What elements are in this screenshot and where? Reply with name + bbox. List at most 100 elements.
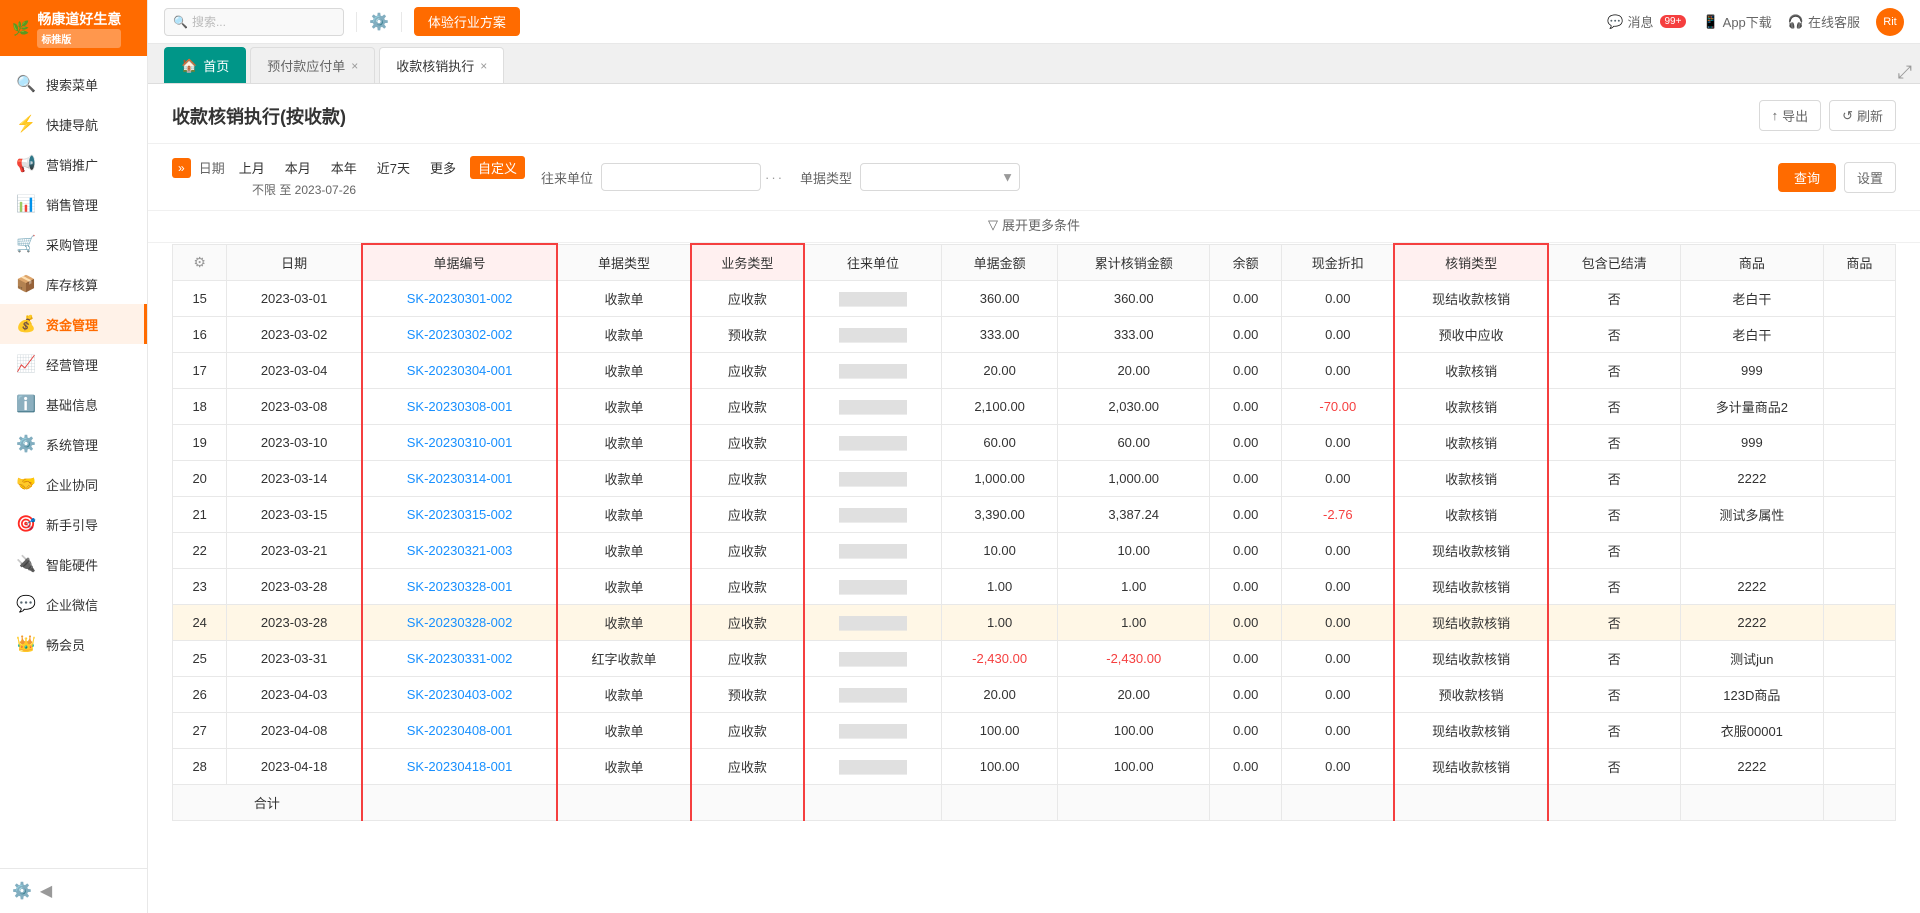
refresh-button[interactable]: ↺ 刷新	[1829, 100, 1896, 131]
sidebar-item-4[interactable]: 🛒采购管理	[0, 224, 147, 264]
filter-collapse-btn[interactable]: »	[172, 158, 191, 178]
table-row: 23 2023-03-28 SK-20230328-001 收款单 应收款 ██…	[173, 569, 1896, 605]
sidebar-label-13: 企业微信	[46, 595, 98, 614]
voucher-link[interactable]: SK-20230321-003	[407, 543, 513, 558]
sidebar-label-7: 经营管理	[46, 355, 98, 374]
cell-amount: 2,100.00	[941, 389, 1057, 425]
table-row: 21 2023-03-15 SK-20230315-002 收款单 应收款 ██…	[173, 497, 1896, 533]
cell-date: 2023-03-31	[227, 641, 362, 677]
sidebar-item-11[interactable]: 🎯新手引导	[0, 504, 147, 544]
app-download-item[interactable]: 📱 App下载	[1702, 12, 1771, 31]
cell-partner: ████████	[804, 677, 941, 713]
cell-cash-discount: 0.00	[1282, 281, 1395, 317]
cell-included: 否	[1548, 353, 1681, 389]
cell-date: 2023-03-15	[227, 497, 362, 533]
date-this-year[interactable]: 本年	[325, 156, 363, 179]
voucher-link[interactable]: SK-20230328-001	[407, 579, 513, 594]
cell-biz-type: 应收款	[691, 281, 804, 317]
voucher-link[interactable]: SK-20230301-002	[407, 291, 513, 306]
sidebar-item-8[interactable]: ℹ️基础信息	[0, 384, 147, 424]
topbar-right: 💬 消息 99+ 📱 App下载 🎧 在线客服 Rit	[1607, 8, 1904, 36]
th-writeoff-type: 核销类型	[1394, 244, 1547, 281]
voucher-link[interactable]: SK-20230304-001	[407, 363, 513, 378]
voucher-link[interactable]: SK-20230408-001	[407, 723, 513, 738]
table-wrapper: ⚙ 日期 单据编号 单据类型 业务类型 往来单位 单据金额 累计核销金额 余额 …	[148, 243, 1920, 845]
topbar: 🔍 搜索... ⚙️ 体验行业方案 💬 消息 99+ 📱 App下载 🎧 在线客…	[148, 0, 1920, 44]
cell-included: 否	[1548, 677, 1681, 713]
sidebar-item-14[interactable]: 👑畅会员	[0, 624, 147, 664]
sidebar-item-10[interactable]: 🤝企业协同	[0, 464, 147, 504]
cell-product2	[1823, 461, 1895, 497]
query-button[interactable]: 查询	[1778, 163, 1836, 192]
voucher-link[interactable]: SK-20230331-002	[407, 651, 513, 666]
cell-num: 20	[173, 461, 227, 497]
voucher-type-input[interactable]	[860, 163, 1020, 191]
cell-included: 否	[1548, 425, 1681, 461]
logo-icon: 🌿	[12, 20, 29, 37]
table-scroll[interactable]: ⚙ 日期 单据编号 单据类型 业务类型 往来单位 单据金额 累计核销金额 余额 …	[172, 243, 1896, 821]
voucher-link[interactable]: SK-20230328-002	[407, 615, 513, 630]
tab-home[interactable]: 🏠 首页	[164, 47, 246, 83]
voucher-link[interactable]: SK-20230403-002	[407, 687, 513, 702]
sidebar-item-13[interactable]: 💬企业微信	[0, 584, 147, 624]
online-service-item[interactable]: 🎧 在线客服	[1788, 12, 1860, 31]
cell-num: 25	[173, 641, 227, 677]
date-7days[interactable]: 近7天	[371, 156, 416, 179]
user-avatar[interactable]: Rit	[1876, 8, 1904, 36]
total-product2	[1823, 785, 1895, 821]
table-settings-icon[interactable]: ⚙	[193, 254, 206, 270]
cell-product1: 2222	[1680, 749, 1823, 785]
cell-biz-type: 应收款	[691, 713, 804, 749]
filter-bar: » 日期 上月 本月 本年 近7天 更多 自定义 不限 至 2023-07-26…	[148, 144, 1920, 211]
date-custom[interactable]: 自定义	[470, 156, 525, 179]
sidebar-item-1[interactable]: ⚡快捷导航	[0, 104, 147, 144]
voucher-link[interactable]: SK-20230308-001	[407, 399, 513, 414]
sidebar-item-5[interactable]: 📦库存核算	[0, 264, 147, 304]
table-row: 24 2023-03-28 SK-20230328-002 收款单 应收款 ██…	[173, 605, 1896, 641]
cell-voucher-type: 收款单	[557, 353, 690, 389]
date-last-month[interactable]: 上月	[233, 156, 271, 179]
page-title: 收款核销执行(按收款)	[172, 103, 346, 129]
settings-icon[interactable]: ⚙️	[12, 881, 32, 901]
cell-product1: 衣服00001	[1680, 713, 1823, 749]
tab-writeoff-close[interactable]: ×	[480, 59, 487, 73]
cell-amount: 100.00	[941, 713, 1057, 749]
expand-conditions-btn[interactable]: ▽ 展开更多条件	[988, 215, 1080, 234]
date-more[interactable]: 更多	[424, 156, 462, 179]
th-settings[interactable]: ⚙	[173, 244, 227, 281]
table-row: 15 2023-03-01 SK-20230301-002 收款单 应收款 ██…	[173, 281, 1896, 317]
cell-voucher-type: 红字收款单	[557, 641, 690, 677]
partner-input[interactable]	[601, 163, 761, 191]
expand-icon: ▽	[988, 217, 998, 233]
voucher-link[interactable]: SK-20230314-001	[407, 471, 513, 486]
topbar-search[interactable]: 🔍 搜索...	[164, 8, 344, 36]
tab-prepayment-close[interactable]: ×	[351, 59, 358, 73]
date-this-month[interactable]: 本月	[279, 156, 317, 179]
tab-prepayment[interactable]: 预付款应付单 ×	[250, 47, 375, 83]
voucher-link[interactable]: SK-20230302-002	[407, 327, 513, 342]
collapse-icon[interactable]: ◀	[40, 881, 52, 901]
partner-filter: 往来单位 ···	[541, 163, 784, 191]
sidebar-item-0[interactable]: 🔍搜索菜单	[0, 64, 147, 104]
voucher-link[interactable]: SK-20230315-002	[407, 507, 513, 522]
voucher-link[interactable]: SK-20230418-001	[407, 759, 513, 774]
voucher-link[interactable]: SK-20230310-001	[407, 435, 513, 450]
tab-writeoff[interactable]: 收款核销执行 ×	[379, 47, 504, 83]
sidebar-icon-1: ⚡	[16, 114, 36, 134]
cell-product1: 999	[1680, 425, 1823, 461]
gear-icon[interactable]: ⚙️	[369, 12, 389, 32]
sidebar-item-3[interactable]: 📊销售管理	[0, 184, 147, 224]
sidebar-item-9[interactable]: ⚙️系统管理	[0, 424, 147, 464]
export-button[interactable]: ↑ 导出	[1759, 100, 1822, 131]
cell-date: 2023-03-10	[227, 425, 362, 461]
setting-button[interactable]: 设置	[1844, 162, 1896, 193]
sidebar-item-2[interactable]: 📢营销推广	[0, 144, 147, 184]
sidebar-item-12[interactable]: 🔌智能硬件	[0, 544, 147, 584]
sidebar-item-7[interactable]: 📈经营管理	[0, 344, 147, 384]
solution-button[interactable]: 体验行业方案	[414, 7, 520, 36]
total-balance	[1210, 785, 1282, 821]
maximize-icon[interactable]: ⤢	[1898, 62, 1912, 83]
sidebar-item-6[interactable]: 💰资金管理	[0, 304, 147, 344]
messages-item[interactable]: 💬 消息 99+	[1607, 12, 1686, 31]
cell-writeoff-type: 现结收款核销	[1394, 749, 1547, 785]
